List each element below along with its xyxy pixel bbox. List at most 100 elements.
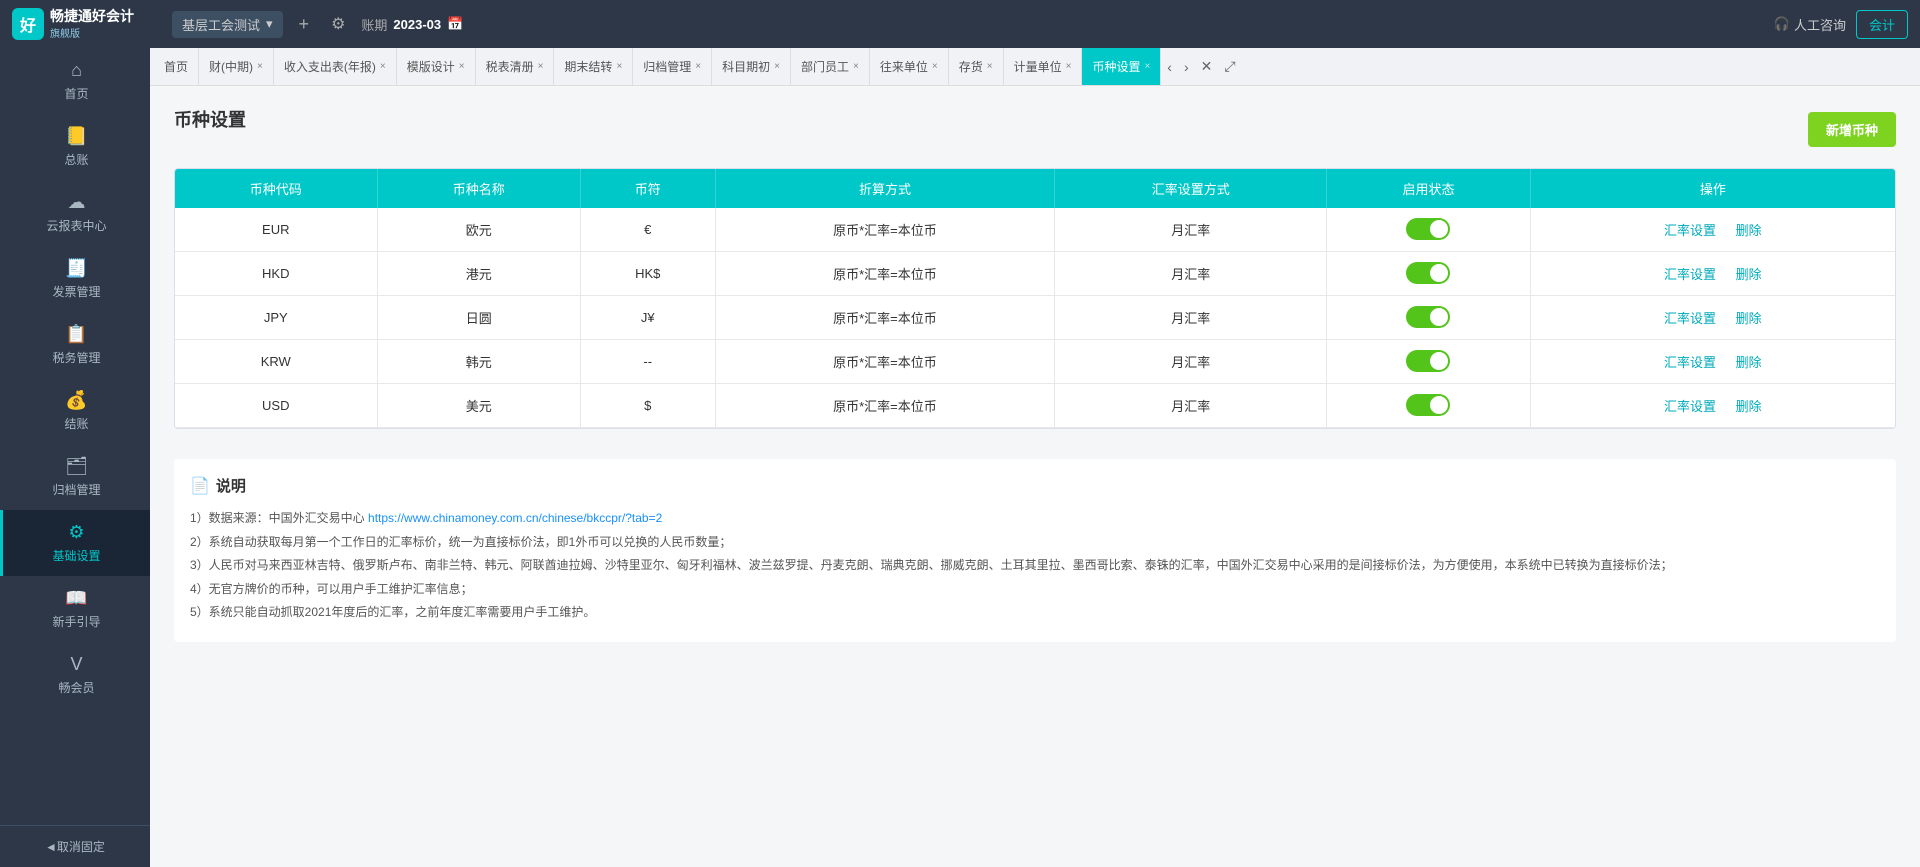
- new-currency-button[interactable]: 新增币种: [1808, 112, 1896, 147]
- basic-icon: ⚙: [68, 522, 84, 543]
- toggle-knob: [1430, 220, 1448, 238]
- home-icon: ⌂: [71, 60, 82, 81]
- rate-setting-link[interactable]: 汇率设置: [1664, 311, 1716, 326]
- cell-code: KRW: [175, 340, 377, 384]
- toggle-switch[interactable]: [1406, 218, 1450, 240]
- table-row: HKD 港元 HK$ 原币*汇率=本位币 月汇率 汇率设置 删除: [175, 252, 1895, 296]
- tab-contacts[interactable]: 往来单位 ×: [870, 48, 949, 86]
- tab-archive[interactable]: 归档管理 ×: [633, 48, 712, 86]
- sidebar-item-basic[interactable]: ⚙ 基础设置: [0, 510, 150, 576]
- period-label: 账期: [361, 15, 387, 34]
- add-company-button[interactable]: +: [293, 12, 316, 37]
- tab-income[interactable]: 收入支出表(年报) ×: [274, 48, 397, 86]
- tab-close-currency[interactable]: ×: [1144, 61, 1150, 72]
- account-button[interactable]: 会计: [1856, 10, 1908, 39]
- cell-calc: 原币*汇率=本位币: [715, 384, 1055, 428]
- cell-status: [1327, 296, 1530, 340]
- period-area: 账期 2023-03 📅: [361, 15, 463, 34]
- tab-close-dept[interactable]: ×: [853, 61, 859, 72]
- rate-setting-link[interactable]: 汇率设置: [1664, 267, 1716, 282]
- delete-link[interactable]: 删除: [1736, 399, 1762, 414]
- notes-section: 📄 说明 1）数据来源：中国外汇交易中心 https://www.chinamo…: [174, 459, 1896, 642]
- sidebar-item-invoice[interactable]: 🧾 发票管理: [0, 246, 150, 312]
- tab-bar: 首页 财(中期) × 收入支出表(年报) × 模版设计 × 税表清册 × 期末结…: [150, 48, 1920, 86]
- customer-service-button[interactable]: 🎧 人工咨询: [1774, 15, 1846, 34]
- notes-link[interactable]: https://www.chinamoney.com.cn/chinese/bk…: [368, 511, 662, 525]
- tab-units[interactable]: 计量单位 ×: [1004, 48, 1083, 86]
- table-header-row: 币种代码 币种名称 币符 折算方式 汇率设置方式 启用状态 操作: [175, 169, 1895, 208]
- delete-link[interactable]: 删除: [1736, 267, 1762, 282]
- tab-period-end[interactable]: 期末结转 ×: [554, 48, 633, 86]
- tab-close-period-end[interactable]: ×: [616, 61, 622, 72]
- sidebar-item-reports[interactable]: ☁ 云报表中心: [0, 180, 150, 246]
- cell-code: JPY: [175, 296, 377, 340]
- rate-setting-link[interactable]: 汇率设置: [1664, 355, 1716, 370]
- company-name: 基层工会测试: [182, 15, 260, 34]
- toggle-switch[interactable]: [1406, 262, 1450, 284]
- cell-status: [1327, 384, 1530, 428]
- note-item: 1）数据来源：中国外汇交易中心 https://www.chinamoney.c…: [190, 508, 1880, 530]
- delete-link[interactable]: 删除: [1736, 223, 1762, 238]
- tab-finance[interactable]: 财(中期) ×: [199, 48, 274, 86]
- sidebar-pin-toggle[interactable]: ◄取消固定: [0, 825, 150, 867]
- tab-close-subject[interactable]: ×: [774, 61, 780, 72]
- cell-actions: 汇率设置 删除: [1530, 296, 1895, 340]
- logo-area: 好 畅捷通好会计 旗舰版: [12, 8, 162, 40]
- toggle-switch[interactable]: [1406, 306, 1450, 328]
- tab-inventory[interactable]: 存货 ×: [949, 48, 1004, 86]
- toggle-switch[interactable]: [1406, 350, 1450, 372]
- sidebar-label-archive: 归档管理: [52, 481, 100, 498]
- sidebar-label-tax: 税务管理: [52, 349, 100, 366]
- tab-close-template[interactable]: ×: [459, 61, 465, 72]
- table-row: USD 美元 $ 原币*汇率=本位币 月汇率 汇率设置 删除: [175, 384, 1895, 428]
- cell-name: 日圆: [377, 296, 580, 340]
- rate-setting-link[interactable]: 汇率设置: [1664, 399, 1716, 414]
- cell-actions: 汇率设置 删除: [1530, 384, 1895, 428]
- sidebar-item-member[interactable]: V 畅会员: [0, 642, 150, 708]
- tab-close-finance[interactable]: ×: [257, 61, 263, 72]
- tab-close-contacts[interactable]: ×: [932, 61, 938, 72]
- cell-calc: 原币*汇率=本位币: [715, 340, 1055, 384]
- sidebar-label-reports: 云报表中心: [46, 217, 106, 234]
- logo-text-area: 畅捷通好会计 旗舰版: [50, 8, 134, 40]
- cell-actions: 汇率设置 删除: [1530, 340, 1895, 384]
- tab-template[interactable]: 模版设计 ×: [397, 48, 476, 86]
- sidebar-item-archive[interactable]: 🗂 归档管理: [0, 444, 150, 510]
- tab-close-inventory[interactable]: ×: [987, 61, 993, 72]
- rate-setting-link[interactable]: 汇率设置: [1664, 223, 1716, 238]
- company-selector[interactable]: 基层工会测试 ▾: [172, 11, 283, 38]
- cell-code: HKD: [175, 252, 377, 296]
- tab-dept[interactable]: 部门员工 ×: [791, 48, 870, 86]
- tab-expand-button[interactable]: ⤢: [1218, 54, 1241, 79]
- tab-tax[interactable]: 税表清册 ×: [476, 48, 555, 86]
- delete-link[interactable]: 删除: [1736, 311, 1762, 326]
- notes-icon: 📄: [190, 476, 210, 496]
- sidebar-label-settle: 结账: [64, 415, 88, 432]
- sidebar-item-tax[interactable]: 📋 税务管理: [0, 312, 150, 378]
- tab-home[interactable]: 首页: [154, 48, 199, 86]
- tab-subject[interactable]: 科目期初 ×: [712, 48, 791, 86]
- tab-close-income[interactable]: ×: [380, 61, 386, 72]
- sidebar-item-settle[interactable]: 💰 结账: [0, 378, 150, 444]
- tab-nav-right[interactable]: ›: [1178, 55, 1195, 79]
- tax-icon: 📋: [65, 324, 87, 345]
- sidebar-item-ledger[interactable]: 📒 总账: [0, 114, 150, 180]
- toggle-switch[interactable]: [1406, 394, 1450, 416]
- sidebar-item-home[interactable]: ⌂ 首页: [0, 48, 150, 114]
- headset-icon: 🎧: [1774, 16, 1790, 32]
- ledger-icon: 📒: [65, 126, 87, 147]
- cloud-icon: ☁: [68, 192, 86, 213]
- cell-actions: 汇率设置 删除: [1530, 252, 1895, 296]
- tab-label-home: 首页: [164, 58, 188, 75]
- sidebar-item-guide[interactable]: 📖 新手引导: [0, 576, 150, 642]
- calendar-icon[interactable]: 📅: [447, 16, 463, 32]
- tab-currency[interactable]: 币种设置 ×: [1082, 48, 1161, 86]
- tab-close-units[interactable]: ×: [1066, 61, 1072, 72]
- tab-nav-left[interactable]: ‹: [1161, 55, 1178, 79]
- tab-close-all-button[interactable]: ✕: [1195, 54, 1219, 79]
- tab-close-archive[interactable]: ×: [695, 61, 701, 72]
- delete-link[interactable]: 删除: [1736, 355, 1762, 370]
- tab-close-tax[interactable]: ×: [538, 61, 544, 72]
- settings-icon[interactable]: ⚙: [325, 12, 351, 36]
- col-rate-type: 汇率设置方式: [1055, 169, 1327, 208]
